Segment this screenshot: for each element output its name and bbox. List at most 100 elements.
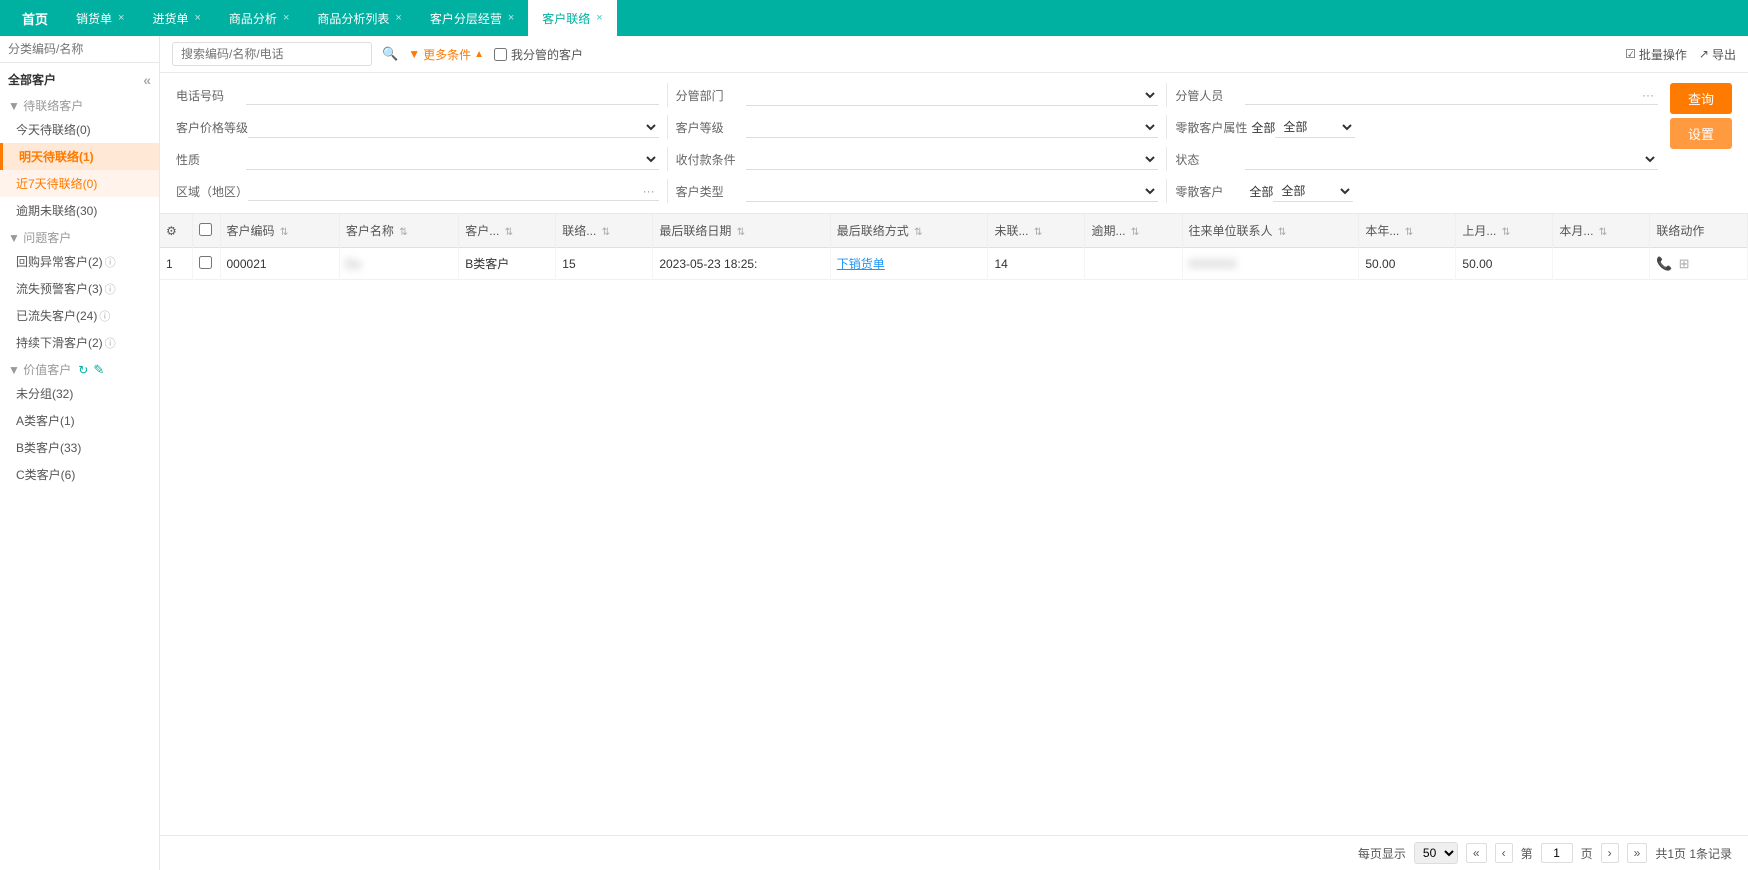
sidebar-item-b-class[interactable]: B类客户(33)	[0, 434, 159, 461]
edit-value-icon[interactable]: ✎	[93, 362, 104, 377]
manager-ellipsis[interactable]: ···	[1638, 88, 1658, 102]
my-customers-checkbox[interactable]	[494, 48, 507, 61]
department-select[interactable]	[746, 85, 1159, 106]
sort-icon-name[interactable]: ⇅	[399, 227, 407, 238]
per-page-select[interactable]: 50	[1414, 842, 1458, 864]
col-customer-type-header[interactable]: 客户... ⇅	[459, 214, 556, 248]
close-sales-tab[interactable]: ×	[118, 12, 124, 24]
phone-action-icon[interactable]: 📞	[1656, 256, 1672, 272]
close-customer-contact-tab[interactable]: ×	[596, 12, 602, 24]
sort-icon-unit[interactable]: ⇅	[1278, 227, 1286, 238]
table-body: 1 000021 Ea B类客户 15 2023-05-23 18:25: 下销…	[160, 248, 1748, 280]
close-product-analysis-tab[interactable]: ×	[283, 12, 289, 24]
row-last-month: 50.00	[1456, 248, 1553, 280]
col-last-month-header[interactable]: 上月... ⇅	[1456, 214, 1553, 248]
sidebar-item-ungrouped[interactable]: 未分组(32)	[0, 380, 159, 407]
sidebar-search-input[interactable]	[8, 42, 160, 56]
col-uncontacted-header[interactable]: 未联... ⇅	[988, 214, 1085, 248]
customer-level-select[interactable]	[746, 117, 1159, 138]
info-icon-continuous-decline: ⓘ	[105, 335, 116, 351]
region-input[interactable]	[248, 182, 639, 200]
filter-panel: 电话号码 分管部门 分管人员	[160, 73, 1748, 214]
col-settings[interactable]: ⚙	[160, 214, 192, 248]
col-contacts-header[interactable]: 联络... ⇅	[556, 214, 653, 248]
retail-attr-select[interactable]: 全部	[1275, 117, 1355, 138]
customer-type-select[interactable]	[746, 181, 1159, 202]
col-unit-contacts-header[interactable]: 往来单位联系人 ⇅	[1182, 214, 1359, 248]
col-last-method-header[interactable]: 最后联络方式 ⇅	[830, 214, 988, 248]
gender-select[interactable]	[246, 149, 659, 170]
sort-icon-method[interactable]: ⇅	[914, 227, 922, 238]
last-method-link[interactable]: 下销货单	[837, 257, 885, 271]
divider1	[667, 83, 668, 107]
sidebar-item-today[interactable]: 今天待联络(0)	[0, 116, 159, 143]
region-ellipsis[interactable]: ···	[639, 184, 659, 198]
sort-icon-type[interactable]: ⇅	[505, 227, 513, 238]
query-button[interactable]: 查询	[1670, 83, 1732, 114]
sort-icon-code[interactable]: ⇅	[280, 227, 288, 238]
retail-customer-select[interactable]: 全部	[1273, 181, 1353, 202]
sort-icon-year[interactable]: ⇅	[1405, 227, 1413, 238]
divider8	[1166, 179, 1167, 203]
col-code-header[interactable]: 客户编码 ⇅	[220, 214, 339, 248]
close-product-analysis-list-tab[interactable]: ×	[395, 12, 401, 24]
all-customers-label[interactable]: 全部客户	[8, 71, 56, 88]
select-all-checkbox[interactable]	[199, 223, 212, 236]
page-number-input[interactable]	[1541, 843, 1573, 863]
settings-button[interactable]: 设置	[1670, 118, 1732, 149]
sidebar-item-tomorrow[interactable]: 明天待联络(1)	[0, 143, 159, 170]
sidebar-item-week[interactable]: 近7天待联络(0)	[0, 170, 159, 197]
sort-icon-contacts[interactable]: ⇅	[602, 227, 610, 238]
payment-select[interactable]	[746, 149, 1159, 170]
sort-icon-this-month[interactable]: ⇅	[1599, 227, 1607, 238]
settings-gear-icon[interactable]: ⚙	[166, 224, 177, 238]
manager-input[interactable]	[1245, 86, 1638, 104]
row-checkbox[interactable]	[199, 256, 212, 269]
col-this-year-header[interactable]: 本年... ⇅	[1359, 214, 1456, 248]
sidebar-item-continuous-decline[interactable]: 持续下滑客户(2) ⓘ	[0, 329, 159, 356]
bulk-operation-button[interactable]: ☑ 批量操作	[1625, 46, 1687, 63]
close-purchase-tab[interactable]: ×	[194, 12, 200, 24]
sidebar-item-c-class[interactable]: C类客户(6)	[0, 461, 159, 488]
last-page-button[interactable]: »	[1627, 843, 1648, 863]
nav-sales[interactable]: 销货单 ×	[62, 0, 138, 36]
my-customers-checkbox-label[interactable]: 我分管的客户	[494, 46, 583, 63]
sort-icon-overdue[interactable]: ⇅	[1131, 227, 1139, 238]
nav-customer-tier[interactable]: 客户分层经营 ×	[416, 0, 528, 36]
nav-purchase[interactable]: 进货单 ×	[138, 0, 214, 36]
sort-icon-last-month[interactable]: ⇅	[1502, 227, 1510, 238]
row-actions: 📞 ⊞	[1650, 248, 1748, 280]
sidebar-item-churn-risk[interactable]: 流失预警客户(3) ⓘ	[0, 275, 159, 302]
phone-input[interactable]	[246, 86, 659, 105]
next-page-button[interactable]: ›	[1601, 843, 1619, 863]
col-last-date-header[interactable]: 最后联络日期 ⇅	[653, 214, 830, 248]
nav-home[interactable]: 首页	[8, 0, 62, 36]
sort-icon-date[interactable]: ⇅	[737, 227, 745, 238]
export-button[interactable]: ↗ 导出	[1699, 46, 1736, 63]
sidebar-item-repurchase-abnormal[interactable]: 回购异常客户(2) ⓘ	[0, 248, 159, 275]
search-input[interactable]	[172, 42, 372, 66]
more-conditions-button[interactable]: ▼ 更多条件 ▲	[408, 46, 484, 63]
close-customer-tier-tab[interactable]: ×	[508, 12, 514, 24]
grid-action-icon[interactable]: ⊞	[1679, 256, 1690, 272]
col-this-month-header[interactable]: 本月... ⇅	[1553, 214, 1650, 248]
nav-product-analysis-list[interactable]: 商品分析列表 ×	[303, 0, 415, 36]
sort-icon-uncontacted[interactable]: ⇅	[1034, 227, 1042, 238]
price-level-select[interactable]	[248, 117, 659, 138]
refresh-value-icon[interactable]: ↻	[78, 363, 88, 377]
filter-department: 分管部门	[676, 85, 1159, 106]
sidebar-item-overdue[interactable]: 逾期未联络(30)	[0, 197, 159, 224]
first-page-button[interactable]: «	[1466, 843, 1487, 863]
sidebar-item-a-class[interactable]: A类客户(1)	[0, 407, 159, 434]
search-button[interactable]: 🔍	[382, 46, 398, 62]
row-uncontacted: 14	[988, 248, 1085, 280]
nav-product-analysis[interactable]: 商品分析 ×	[215, 0, 303, 36]
divider7	[667, 179, 668, 203]
status-select[interactable]	[1245, 149, 1658, 170]
prev-page-button[interactable]: ‹	[1495, 843, 1513, 863]
col-name-header[interactable]: 客户名称 ⇅	[339, 214, 458, 248]
collapse-sidebar-icon[interactable]: «	[143, 72, 151, 88]
col-overdue-header[interactable]: 逾期... ⇅	[1085, 214, 1182, 248]
sidebar-item-churned[interactable]: 已流失客户(24) ⓘ	[0, 302, 159, 329]
nav-customer-contact[interactable]: 客户联络 ×	[528, 0, 616, 36]
